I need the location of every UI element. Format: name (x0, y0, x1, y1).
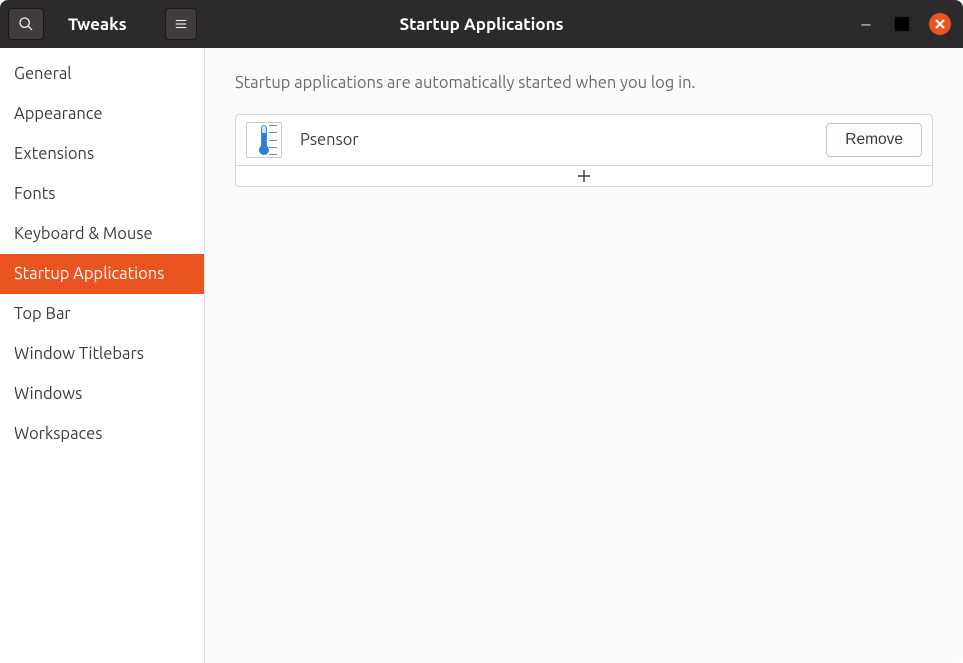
sidebar-item-windows[interactable]: Windows (0, 374, 204, 414)
sidebar-item-label: Windows (14, 385, 82, 403)
body-area: General Appearance Extensions Fonts Keyb… (0, 48, 963, 663)
menu-button[interactable] (165, 8, 197, 40)
sidebar: General Appearance Extensions Fonts Keyb… (0, 48, 205, 663)
content-area: Startup applications are automatically s… (205, 48, 963, 663)
sidebar-item-fonts[interactable]: Fonts (0, 174, 204, 214)
sidebar-item-label: General (14, 65, 72, 83)
window-controls: – (857, 13, 963, 35)
hamburger-icon (174, 17, 188, 31)
sidebar-item-startup-applications[interactable]: Startup Applications (0, 254, 204, 294)
app-title: Tweaks (68, 15, 127, 34)
add-startup-app-button[interactable] (236, 166, 932, 186)
titlebar-left: Tweaks (0, 8, 205, 40)
sidebar-item-top-bar[interactable]: Top Bar (0, 294, 204, 334)
window: Tweaks Startup Applications – General Ap… (0, 0, 963, 663)
sidebar-item-label: Appearance (14, 105, 103, 123)
sidebar-item-general[interactable]: General (0, 54, 204, 94)
sidebar-item-label: Extensions (14, 145, 94, 163)
maximize-button[interactable] (893, 15, 911, 33)
search-button[interactable] (8, 8, 44, 40)
titlebar[interactable]: Tweaks Startup Applications – (0, 0, 963, 48)
startup-app-name: Psensor (300, 131, 359, 149)
plus-icon (578, 170, 590, 182)
sidebar-item-keyboard-mouse[interactable]: Keyboard & Mouse (0, 214, 204, 254)
sidebar-item-appearance[interactable]: Appearance (0, 94, 204, 134)
startup-app-list: Psensor Remove (235, 114, 933, 187)
thermometer-icon (246, 122, 282, 158)
sidebar-item-label: Keyboard & Mouse (14, 225, 153, 243)
sidebar-item-workspaces[interactable]: Workspaces (0, 414, 204, 454)
close-icon (935, 19, 945, 29)
remove-button[interactable]: Remove (826, 123, 922, 157)
minimize-button[interactable]: – (857, 15, 875, 33)
sidebar-item-window-titlebars[interactable]: Window Titlebars (0, 334, 204, 374)
sidebar-item-label: Workspaces (14, 425, 102, 443)
sidebar-item-label: Top Bar (14, 305, 71, 323)
search-icon (18, 16, 34, 32)
description-text: Startup applications are automatically s… (235, 74, 933, 92)
sidebar-item-extensions[interactable]: Extensions (0, 134, 204, 174)
page-title: Startup Applications (399, 15, 563, 34)
sidebar-item-label: Window Titlebars (14, 345, 144, 363)
sidebar-item-label: Fonts (14, 185, 55, 203)
minimize-icon: – (862, 15, 871, 33)
sidebar-item-label: Startup Applications (14, 265, 164, 283)
close-button[interactable] (929, 13, 951, 35)
maximize-icon (893, 15, 911, 33)
startup-app-row: Psensor Remove (236, 115, 932, 166)
